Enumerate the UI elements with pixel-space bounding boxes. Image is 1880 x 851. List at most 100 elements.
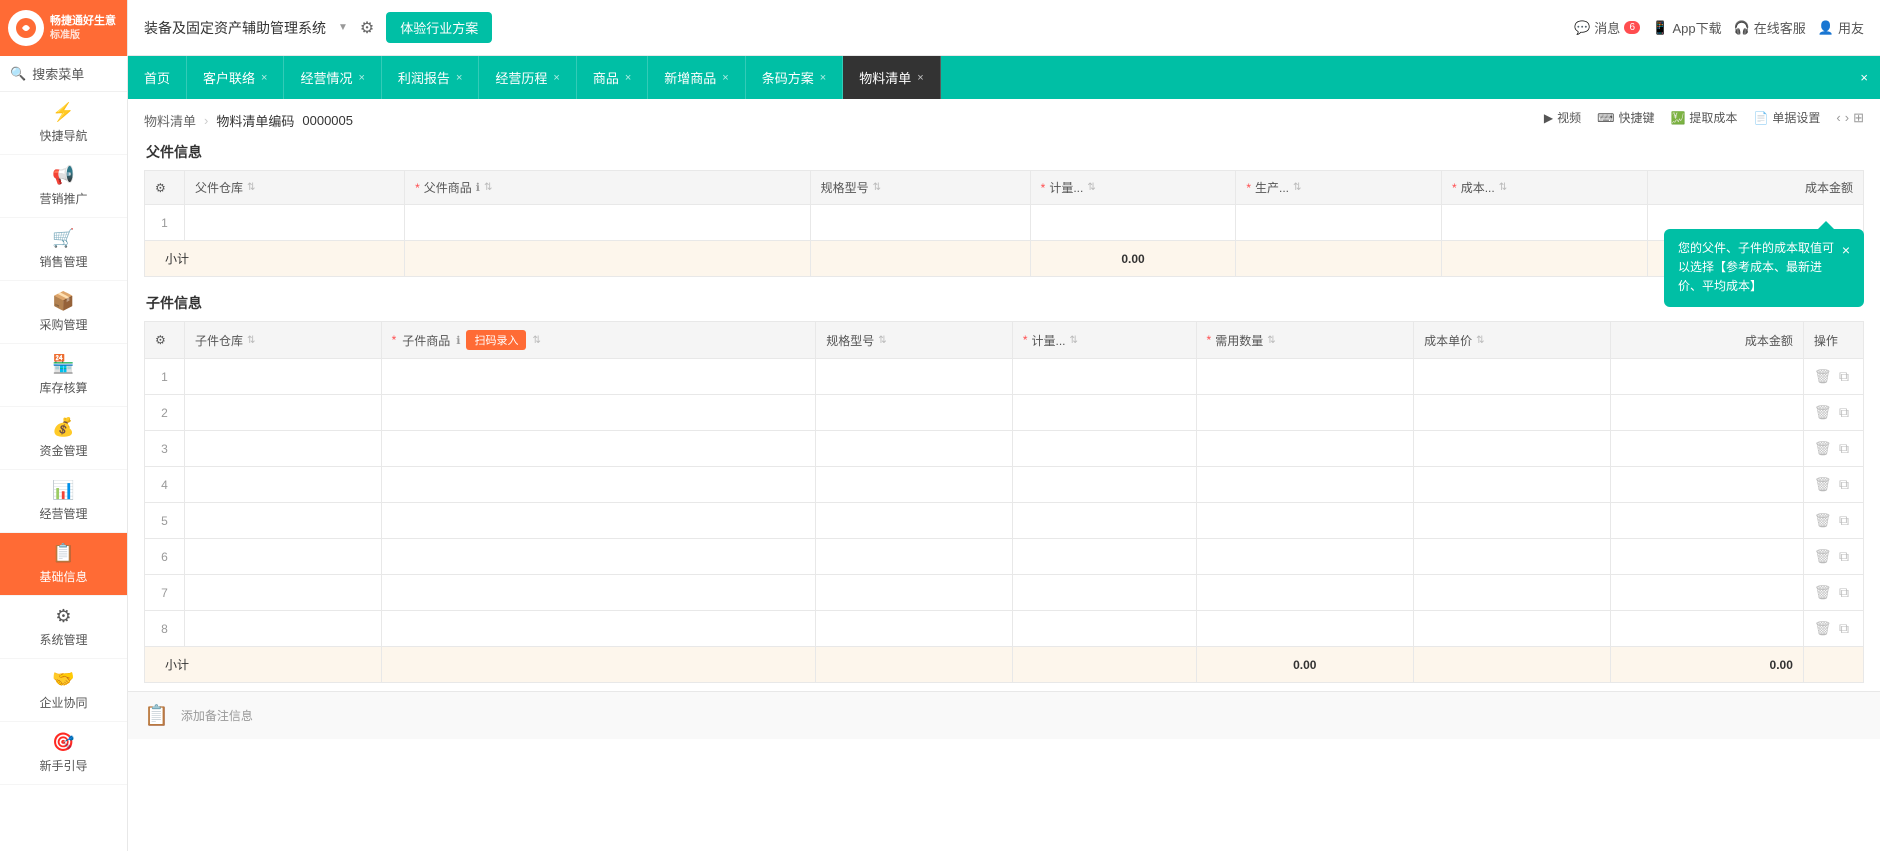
shortcut-button[interactable]: ⌨ 快捷键 xyxy=(1597,109,1654,126)
nav-label: 基础信息 xyxy=(39,568,87,585)
info-icon: ℹ xyxy=(476,181,480,194)
th-parent-warehouse[interactable]: 父件仓库⇅ xyxy=(185,171,405,205)
nav-tabs: 首页 客户联络 × 经营情况 × 利润报告 × 经营历程 × 商品 × 新增商品… xyxy=(128,56,1880,99)
system-title: 装备及固定资产辅助管理系统 xyxy=(144,18,326,38)
tab-profit[interactable]: 利润报告 × xyxy=(382,56,479,99)
th-unit[interactable]: * 计量...⇅ xyxy=(1030,171,1236,205)
nav-item-guide[interactable]: 🎯 新手引导 xyxy=(0,722,127,785)
tab-bom[interactable]: 物料清单 × xyxy=(843,56,940,99)
logo-icon xyxy=(8,10,44,46)
app-download-button[interactable]: 📱 App下载 xyxy=(1652,18,1721,37)
delete-icon[interactable]: 🗑 xyxy=(1814,368,1832,384)
tab-close-icon[interactable]: × xyxy=(722,72,728,84)
delete-icon[interactable]: 🗑 xyxy=(1814,512,1832,528)
th-child-unit[interactable]: * 计量...⇅ xyxy=(1012,322,1196,359)
table-row: 8 🗑 ⧉ xyxy=(145,611,1864,647)
tab-barcode[interactable]: 条码方案 × xyxy=(746,56,843,99)
tab-new-goods[interactable]: 新增商品 × xyxy=(648,56,745,99)
tab-customer[interactable]: 客户联络 × xyxy=(187,56,284,99)
single-settings-button[interactable]: 📄 单据设置 xyxy=(1753,109,1820,126)
tab-operation[interactable]: 经营情况 × xyxy=(284,56,381,99)
copy-icon[interactable]: ⧉ xyxy=(1839,548,1849,564)
tabs-close-button[interactable]: × xyxy=(1848,58,1880,97)
tab-close-icon[interactable]: × xyxy=(917,72,923,84)
tooltip-close-button[interactable]: × xyxy=(1842,239,1850,261)
th-child-settings[interactable]: ⚙ xyxy=(145,322,185,359)
table-row: 5 🗑 ⧉ xyxy=(145,503,1864,539)
tab-close-icon[interactable]: × xyxy=(820,72,826,84)
th-child-spec[interactable]: 规格型号⇅ xyxy=(816,322,1013,359)
th-child-unit-cost[interactable]: 成本单价⇅ xyxy=(1414,322,1611,359)
copy-icon[interactable]: ⧉ xyxy=(1839,476,1849,492)
nav-item-quick[interactable]: ⚡ 快捷导航 xyxy=(0,92,127,155)
nav-label: 销售管理 xyxy=(39,253,87,270)
tab-close-icon[interactable]: × xyxy=(358,72,364,84)
bottom-bar: 📋 添加备注信息 xyxy=(128,691,1880,739)
delete-icon[interactable]: 🗑 xyxy=(1814,476,1832,492)
copy-icon[interactable]: ⧉ xyxy=(1839,584,1849,600)
sort-icon: ⇅ xyxy=(1293,182,1301,193)
table-row: 7 🗑 ⧉ xyxy=(145,575,1864,611)
user-button[interactable]: 👤 用友 xyxy=(1818,18,1864,37)
view-label: 视频 xyxy=(1557,109,1581,126)
prev-icon[interactable]: ‹ xyxy=(1836,110,1840,125)
th-child-warehouse[interactable]: 子件仓库⇅ xyxy=(185,322,382,359)
th-child-qty[interactable]: * 需用数量⇅ xyxy=(1196,322,1414,359)
settings-icon[interactable]: ⚙ xyxy=(360,18,374,38)
copy-icon[interactable]: ⧉ xyxy=(1839,620,1849,636)
child-table: ⚙ 子件仓库⇅ * 子件商品 ℹ 扫码录入 ⇅ xyxy=(144,321,1864,683)
th-child-goods[interactable]: * 子件商品 ℹ 扫码录入 ⇅ xyxy=(381,322,816,359)
nav-item-collab[interactable]: 🤝 企业协同 xyxy=(0,659,127,722)
message-button[interactable]: 💬 消息 6 xyxy=(1574,18,1640,37)
th-spec[interactable]: 规格型号⇅ xyxy=(810,171,1030,205)
sidebar-search[interactable]: 🔍 搜索菜单 xyxy=(0,56,127,92)
tab-close-icon[interactable]: × xyxy=(553,72,559,84)
tab-home[interactable]: 首页 xyxy=(128,56,187,99)
copy-icon[interactable]: ⧉ xyxy=(1839,404,1849,420)
tab-close-icon[interactable]: × xyxy=(456,72,462,84)
delete-icon[interactable]: 🗑 xyxy=(1814,404,1832,420)
child-subtotal-amount: 0.00 xyxy=(1610,647,1803,683)
delete-icon[interactable]: 🗑 xyxy=(1814,584,1832,600)
delete-icon[interactable]: 🗑 xyxy=(1814,548,1832,564)
sidebar-nav: ⚡ 快捷导航 📢 营销推广 🛒 销售管理 📦 采购管理 🏪 库存核算 💰 资金管… xyxy=(0,92,127,851)
nav-item-finance[interactable]: 💰 资金管理 xyxy=(0,407,127,470)
nav-item-system[interactable]: ⚙ 系统管理 xyxy=(0,596,127,659)
notes-icon[interactable]: 📋 xyxy=(144,703,169,728)
tab-close-icon[interactable]: × xyxy=(261,72,267,84)
quick-icon: ⚡ xyxy=(52,102,74,123)
next-icon[interactable]: › xyxy=(1845,110,1849,125)
breadcrumb-list[interactable]: 物料清单 xyxy=(144,111,196,130)
scan-button[interactable]: 扫码录入 xyxy=(466,330,526,350)
copy-icon[interactable]: ⧉ xyxy=(1839,440,1849,456)
th-settings[interactable]: ⚙ xyxy=(145,171,185,205)
tab-goods[interactable]: 商品 × xyxy=(577,56,648,99)
nav-item-inventory[interactable]: 🏪 库存核算 xyxy=(0,344,127,407)
nav-item-marketing[interactable]: 📢 营销推广 xyxy=(0,155,127,218)
view-button[interactable]: ▶ 视频 xyxy=(1544,109,1581,126)
th-production[interactable]: * 生产...⇅ xyxy=(1236,171,1442,205)
grid-icon[interactable]: ⊞ xyxy=(1853,110,1864,126)
sort-icon: ⇅ xyxy=(873,182,881,193)
th-cost[interactable]: * 成本...⇅ xyxy=(1442,171,1648,205)
nav-item-sales[interactable]: 🛒 销售管理 xyxy=(0,218,127,281)
tab-history[interactable]: 经营历程 × xyxy=(479,56,576,99)
delete-icon[interactable]: 🗑 xyxy=(1814,440,1832,456)
breadcrumb-code-label: 物料清单编码 xyxy=(216,111,294,130)
nav-item-operations[interactable]: 📊 经营管理 xyxy=(0,470,127,533)
online-service-button[interactable]: 🎧 在线客服 xyxy=(1734,18,1806,37)
delete-icon[interactable]: 🗑 xyxy=(1814,620,1832,636)
tab-close-icon[interactable]: × xyxy=(625,72,631,84)
nav-item-purchase[interactable]: 📦 采购管理 xyxy=(0,281,127,344)
th-parent-goods[interactable]: * 父件商品 ℹ ⇅ xyxy=(405,171,811,205)
nav-label: 营销推广 xyxy=(39,190,87,207)
copy-icon[interactable]: ⧉ xyxy=(1839,512,1849,528)
trial-button[interactable]: 体验行业方案 xyxy=(386,12,492,43)
sort-icon: ⇅ xyxy=(1267,335,1275,346)
copy-icon[interactable]: ⧉ xyxy=(1839,368,1849,384)
main-content: 装备及固定资产辅助管理系统 ▼ ⚙ 体验行业方案 💬 消息 6 📱 App下载 … xyxy=(128,0,1880,851)
subtotal-value: 0.00 xyxy=(1030,241,1236,277)
nav-item-basic[interactable]: 📋 基础信息 xyxy=(0,533,127,596)
extract-cost-button[interactable]: 💹 提取成本 xyxy=(1670,109,1737,126)
headset-icon: 🎧 xyxy=(1734,20,1750,36)
